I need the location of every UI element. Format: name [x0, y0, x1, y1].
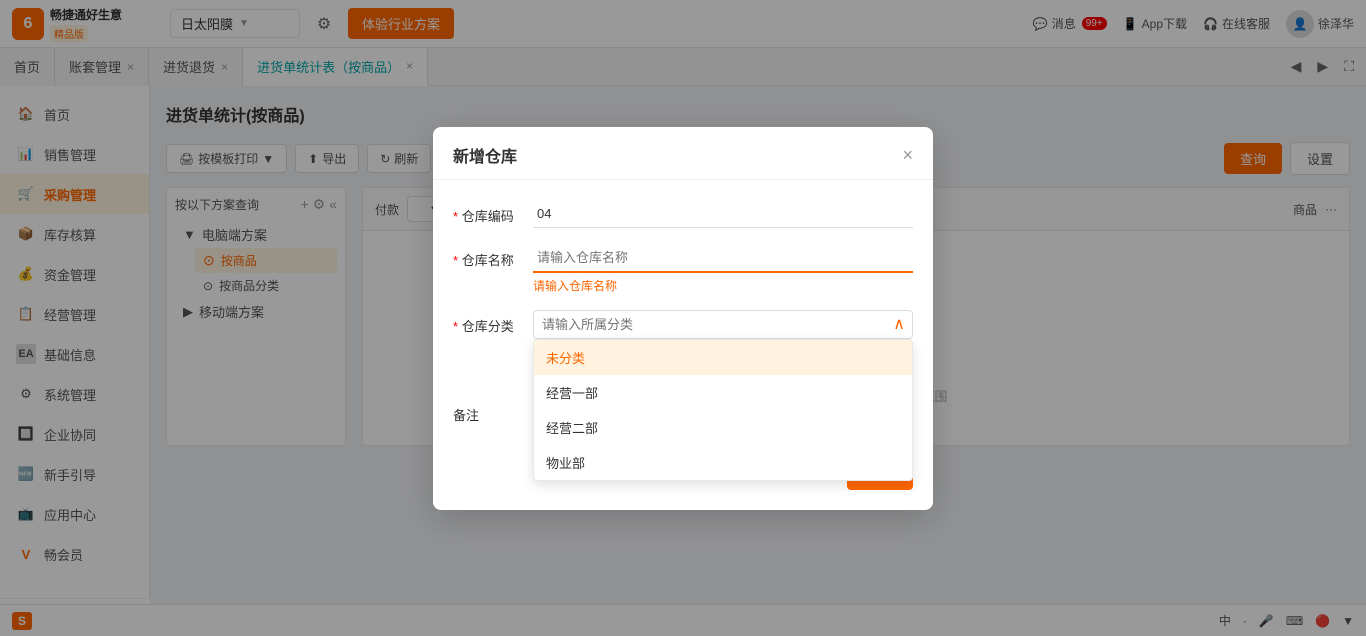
category-dropdown: 未分类 经营一部 经营二部 物业部	[533, 339, 913, 481]
name-input-wrap: 请输入仓库名称	[533, 244, 913, 294]
name-row: * 仓库名称 请输入仓库名称	[453, 244, 913, 294]
dropdown-option-op3[interactable]: 物业部	[534, 445, 912, 480]
notes-label: 备注	[453, 399, 533, 424]
modal-body: * 仓库编码 * 仓库名称 请输入仓库名称	[433, 180, 933, 455]
dropdown-option-op1[interactable]: 经营一部	[534, 375, 912, 410]
dropdown-option-unclassified[interactable]: 未分类	[534, 340, 912, 375]
code-label: * 仓库编码	[453, 200, 533, 225]
category-input-wrap: ∧ 未分类 经营一部 经营二部 物业部	[533, 310, 913, 339]
category-label: * 仓库分类	[453, 310, 533, 335]
category-input[interactable]	[533, 310, 913, 339]
modal-header: 新增仓库 ×	[433, 127, 933, 180]
code-input[interactable]	[533, 200, 913, 228]
category-row: * 仓库分类 ∧ 未分类 经营一部 经营二部 物业部	[453, 310, 913, 339]
modal-close-icon[interactable]: ×	[902, 146, 913, 164]
name-error-msg: 请输入仓库名称	[533, 277, 913, 294]
name-label: * 仓库名称	[453, 244, 533, 269]
code-input-wrap	[533, 200, 913, 228]
name-input[interactable]	[533, 244, 913, 273]
category-select-wrap: ∧	[533, 310, 913, 339]
code-row: * 仓库编码	[453, 200, 913, 228]
new-warehouse-modal: 新增仓库 × * 仓库编码 * 仓库名称	[433, 127, 933, 510]
dropdown-option-op2[interactable]: 经营二部	[534, 410, 912, 445]
modal-overlay: 新增仓库 × * 仓库编码 * 仓库名称	[0, 0, 1366, 636]
modal-title: 新增仓库	[453, 143, 517, 167]
category-arrow-icon[interactable]: ∧	[893, 314, 905, 334]
